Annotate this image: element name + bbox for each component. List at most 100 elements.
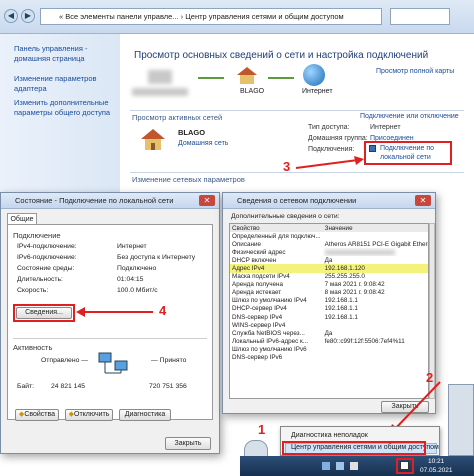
table-row-highlighted[interactable]: Адрес IPv4 192.168.1.120 (230, 264, 428, 273)
map-link-line-2 (268, 77, 294, 79)
value-cell-redacted (323, 248, 428, 256)
map-node-blago: BLAGO (240, 88, 265, 95)
disable-button[interactable]: ◆Отключить (65, 409, 113, 421)
bytes-label: Байт: (17, 383, 35, 390)
value-cell: 192.168.1.120 (322, 264, 428, 273)
table-row[interactable]: Служба NetBIOS через... Да (230, 329, 428, 337)
menu-item-troubleshoot[interactable]: Диагностика неполадок (291, 432, 368, 439)
annotation-number-4: 4 (159, 303, 167, 318)
close-button[interactable]: Закрыть (165, 437, 211, 450)
table-row[interactable]: Определенный для подключ... (230, 232, 428, 240)
active-networks-title: Просмотр активных сетей (132, 113, 223, 122)
table-row[interactable]: Шлюз по умолчанию IPv6 (230, 345, 428, 353)
close-icon[interactable]: ✕ (199, 195, 215, 206)
network-type-link[interactable]: Домашняя сеть (178, 140, 228, 147)
divider (13, 338, 207, 339)
sidebar-item-adapter[interactable]: Изменение параметров (14, 74, 96, 84)
table-row[interactable]: Аренда истекает 8 мая 2021 г. 9:08:42 (230, 289, 428, 297)
sidebar-item-adapter-2[interactable]: адаптера (14, 84, 47, 94)
sidebar-item-sharing-2[interactable]: параметры общего доступа (14, 108, 110, 118)
diagnose-button[interactable]: Диагностика (119, 409, 171, 421)
value-cell: 192.168.1.1 (324, 313, 358, 321)
computer-icon (148, 70, 172, 84)
property-cell: DNS-сервер IPv4 (232, 313, 283, 321)
details-table[interactable]: Свойство Значение Определенный для подкл… (229, 223, 429, 399)
search-input[interactable] (390, 8, 450, 25)
table-row[interactable]: WINS-сервер IPv4 (230, 321, 428, 329)
connection-link-line2[interactable]: локальной сети (380, 154, 431, 161)
table-row[interactable]: DNS-сервер IPv4 192.168.1.1 (230, 313, 428, 321)
details-dialog-title: Сведения о сетевом подключении (237, 196, 357, 205)
property-cell: Физический адрес (232, 248, 286, 256)
status-row-label: IPv6-подключение: (17, 254, 77, 261)
volume-icon[interactable] (350, 462, 358, 470)
status-row-label: Скорость: (17, 287, 49, 294)
column-header-property[interactable]: Свойство (230, 224, 323, 232)
table-row[interactable]: Физический адрес (230, 248, 428, 256)
value-cell (323, 354, 428, 362)
property-cell: DHCP включен (232, 256, 277, 264)
address-bar-area: ◀ ▶ « Все элементы панели управле... › Ц… (0, 0, 474, 34)
status-row-value: 100.0 Мбит/с (117, 287, 158, 294)
network-name: BLAGO (178, 128, 206, 137)
property-cell: WINS-сервер IPv4 (232, 321, 286, 329)
column-header-value[interactable]: Значение (323, 224, 428, 232)
status-row-label: Длительность: (17, 276, 63, 283)
full-map-link[interactable]: Просмотр полной карты (376, 68, 454, 75)
property-cell: Определенный для подключ... (232, 232, 321, 240)
value-cell: 8 мая 2021 г. 9:08:42 (324, 289, 385, 297)
clock-time[interactable]: 10:21 (428, 458, 444, 465)
property-cell: Аренда истекает (232, 289, 282, 297)
table-row[interactable]: Локальный IPv6-адрес к... fe80::c99f:12f:… (230, 337, 428, 345)
sidebar-item-home-2[interactable]: домашняя страница (14, 54, 85, 64)
property-cell: DNS-сервер IPv6 (232, 354, 283, 362)
connection-link-line1[interactable]: Подключение по (380, 145, 434, 152)
property-cell: Шлюз по умолчанию IPv6 (232, 345, 307, 353)
sidebar-item-sharing[interactable]: Изменить дополнительные (14, 98, 109, 108)
table-row[interactable]: Маска подсети IPv4 255.255.255.0 (230, 273, 428, 281)
bytes-sent: 24 821 145 (51, 383, 86, 390)
received-label: — Принято (151, 357, 187, 364)
properties-button[interactable]: ◆Свойства (15, 409, 59, 421)
status-row-value: 01:04:15 (117, 276, 144, 283)
tray-icon[interactable] (322, 462, 330, 470)
details-dialog-titlebar: Сведения о сетевом подключении ✕ (223, 193, 435, 209)
connections-label: Подключения: (308, 146, 355, 153)
value-cell: 255.255.255.0 (324, 273, 365, 281)
table-row[interactable]: DNS-сервер IPv6 (230, 354, 428, 362)
status-dialog-title: Состояние - Подключение по локальной сет… (15, 196, 174, 205)
forward-arrow-icon[interactable]: ▶ (21, 9, 35, 23)
status-row-value: Без доступа к Интернету (117, 254, 196, 261)
address-path-field[interactable]: « Все элементы панели управле... › Центр… (40, 8, 382, 25)
close-icon[interactable]: ✕ (415, 195, 431, 206)
details-section-title: Дополнительные сведения о сети: (231, 213, 340, 220)
map-node-internet: Интернет (302, 88, 333, 95)
network-activity-icon (97, 351, 129, 375)
table-row[interactable]: Шлюз по умолчанию IPv4 192.168.1.1 (230, 297, 428, 305)
house-icon (236, 66, 258, 84)
status-row-value: Интернет (117, 243, 147, 250)
sent-label: Отправлено — (41, 357, 89, 364)
status-row-value: Подключено (117, 265, 157, 272)
value-cell (323, 232, 428, 240)
tray-icon[interactable] (336, 462, 344, 470)
table-row[interactable]: Описание Atheros AR8151 PCI-E Gigabit Eth… (230, 240, 428, 248)
table-row[interactable]: DHCP-сервер IPv4 192.168.1.1 (230, 305, 428, 313)
property-cell: Аренда получена (232, 281, 283, 289)
value-cell (323, 321, 428, 329)
globe-icon (303, 64, 325, 86)
value-cell: fe80::c99f:12f:5506:7ef4%11 (324, 337, 405, 345)
clock-date[interactable]: 07.05.2021 (420, 467, 453, 474)
back-arrow-icon[interactable]: ◀ (4, 9, 18, 23)
divider-2 (130, 172, 464, 173)
details-button[interactable]: Сведения... (16, 307, 72, 319)
annotation-box-menu (282, 441, 426, 455)
connect-disconnect-link[interactable]: Подключение или отключение (360, 113, 459, 120)
disable-button-label: Отключить (74, 411, 110, 418)
table-row[interactable]: DHCP включен Да (230, 256, 428, 264)
table-row[interactable]: Аренда получена 7 мая 2021 г. 9:08:42 (230, 281, 428, 289)
sidebar-item-home[interactable]: Панель управления - (14, 44, 87, 54)
status-dialog-titlebar: Состояние - Подключение по локальной сет… (1, 193, 219, 209)
property-cell: Локальный IPv6-адрес к... (232, 337, 309, 345)
value-cell (323, 345, 428, 353)
